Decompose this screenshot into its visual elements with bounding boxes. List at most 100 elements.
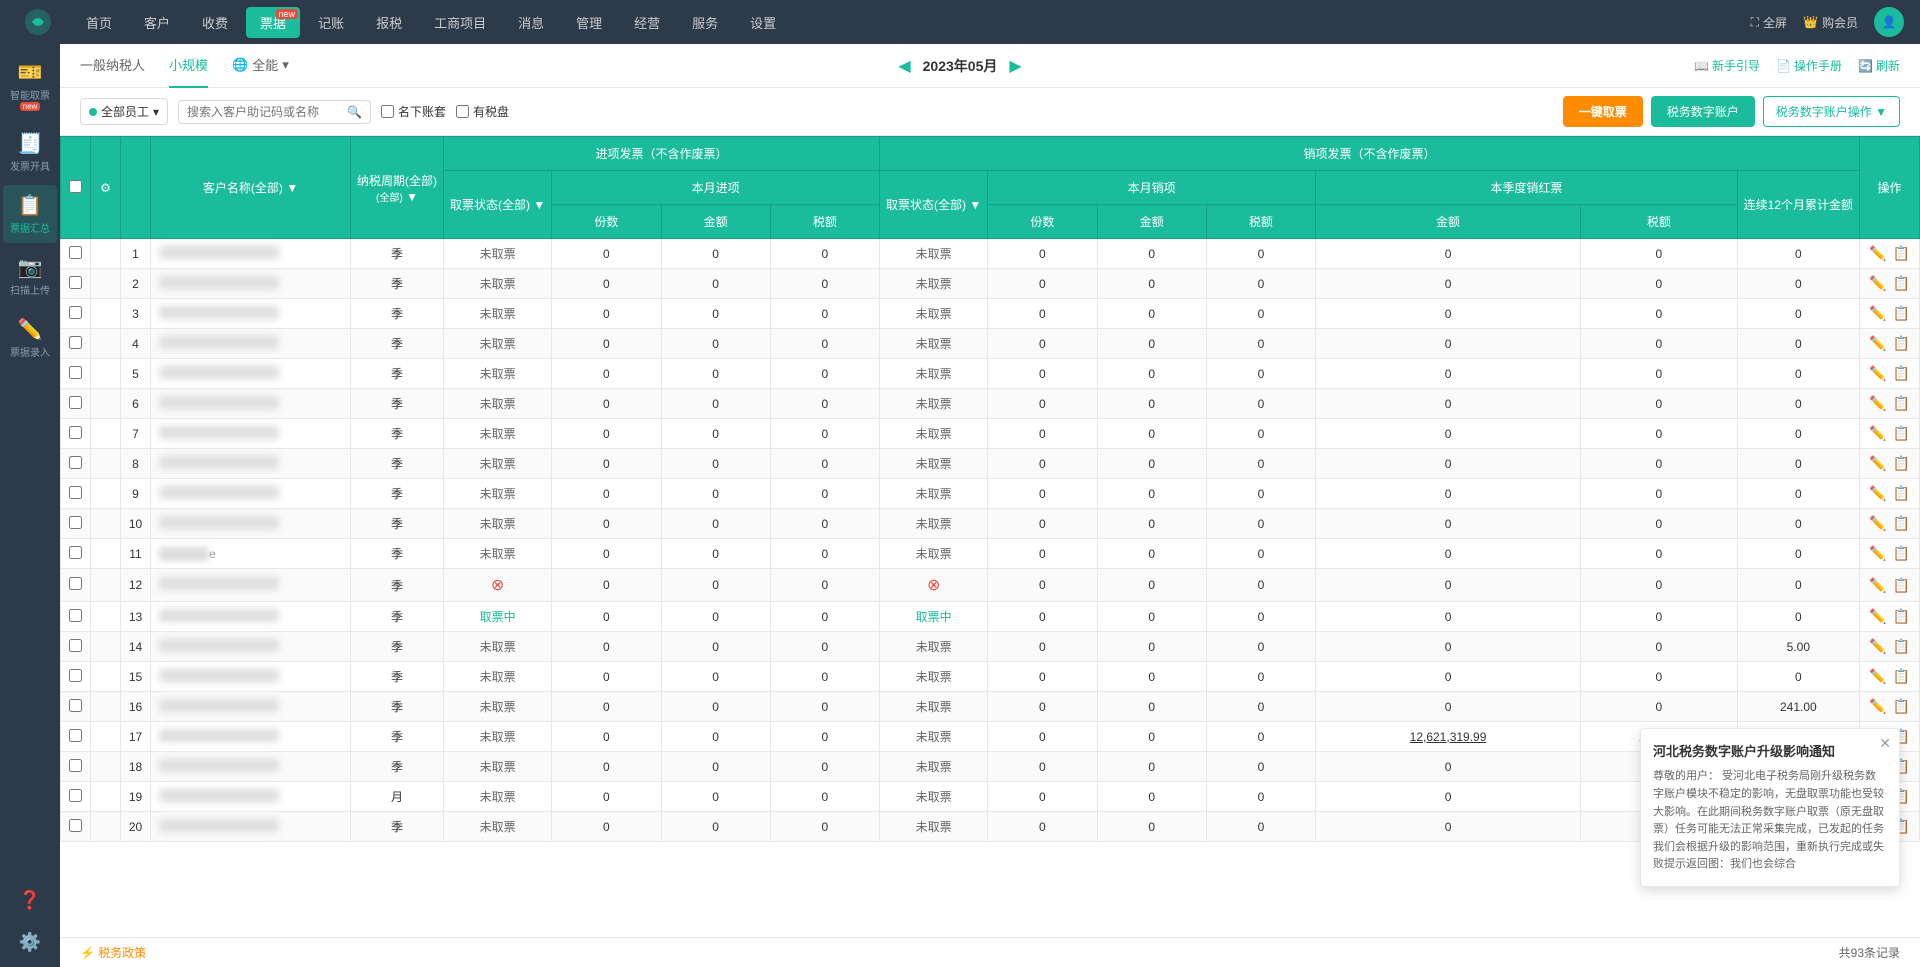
- sidebar-item-ticket-entry[interactable]: ✏️ 票据录入: [3, 309, 57, 367]
- edit-icon[interactable]: ✏️: [1869, 698, 1886, 715]
- tab-general-taxpayer[interactable]: 一般纳税人: [80, 44, 145, 88]
- row-checkbox[interactable]: [69, 366, 82, 379]
- sidebar-item-scan-upload[interactable]: 📷 扫描上传: [3, 247, 57, 305]
- copy-icon[interactable]: 📋: [1893, 545, 1910, 562]
- fullscreen-button[interactable]: ⛶ 全屏: [1751, 14, 1787, 31]
- row-client-name-cell[interactable]: [151, 752, 351, 782]
- edit-icon[interactable]: ✏️: [1869, 545, 1886, 562]
- copy-icon[interactable]: 📋: [1893, 425, 1910, 442]
- row-checkbox[interactable]: [69, 246, 82, 259]
- copy-icon[interactable]: 📋: [1893, 485, 1910, 502]
- sub-ledger-filter[interactable]: 名下账套: [381, 103, 446, 120]
- th-out-status[interactable]: 取票状态(全部) ▼: [880, 171, 988, 239]
- nav-service[interactable]: 服务: [678, 7, 732, 38]
- sidebar-item-issue-ticket[interactable]: 🧾 发票开具: [3, 123, 57, 181]
- row-client-name-cell[interactable]: [151, 692, 351, 722]
- row-checkbox[interactable]: [69, 276, 82, 289]
- edit-icon[interactable]: ✏️: [1869, 395, 1886, 412]
- edit-icon[interactable]: ✏️: [1869, 365, 1886, 382]
- copy-icon[interactable]: 📋: [1893, 698, 1910, 715]
- row-client-name-cell[interactable]: [151, 479, 351, 509]
- copy-icon[interactable]: 📋: [1893, 275, 1910, 292]
- th-tax-period[interactable]: 纳税周期(全部) (全部) ▼: [351, 137, 444, 239]
- sub-ledger-checkbox[interactable]: [381, 105, 394, 118]
- row-client-name-cell[interactable]: [151, 239, 351, 269]
- edit-icon[interactable]: ✏️: [1869, 335, 1886, 352]
- nav-client[interactable]: 客户: [130, 7, 184, 38]
- new-guide-button[interactable]: 📖 新手引导: [1694, 57, 1760, 74]
- nav-settings[interactable]: 设置: [736, 7, 790, 38]
- row-checkbox[interactable]: [69, 577, 82, 590]
- row-client-name-cell[interactable]: [151, 602, 351, 632]
- nav-business[interactable]: 工商项目: [420, 7, 500, 38]
- row-checkbox[interactable]: [69, 306, 82, 319]
- tax-policy-link[interactable]: ⚡ 税务政策: [80, 944, 146, 961]
- row-checkbox[interactable]: [69, 789, 82, 802]
- nav-billing[interactable]: 收费: [188, 7, 242, 38]
- copy-icon[interactable]: 📋: [1893, 668, 1910, 685]
- period-next-button[interactable]: ▶: [1009, 56, 1021, 76]
- edit-icon[interactable]: ✏️: [1869, 305, 1886, 322]
- row-checkbox[interactable]: [69, 336, 82, 349]
- nav-accounting[interactable]: 记账: [304, 7, 358, 38]
- row-client-name-cell[interactable]: [151, 419, 351, 449]
- row-client-name-cell[interactable]: [151, 662, 351, 692]
- copy-icon[interactable]: 📋: [1893, 577, 1910, 594]
- row-client-name-cell[interactable]: [151, 569, 351, 602]
- edit-icon[interactable]: ✏️: [1869, 608, 1886, 625]
- edit-icon[interactable]: ✏️: [1869, 577, 1886, 594]
- row-client-name-cell[interactable]: [151, 632, 351, 662]
- edit-icon[interactable]: ✏️: [1869, 485, 1886, 502]
- copy-icon[interactable]: 📋: [1893, 245, 1910, 262]
- row-client-name-cell[interactable]: [151, 509, 351, 539]
- nav-message[interactable]: 消息: [504, 7, 558, 38]
- row-checkbox[interactable]: [69, 819, 82, 832]
- row-checkbox[interactable]: [69, 729, 82, 742]
- row-checkbox[interactable]: [69, 759, 82, 772]
- row-client-name-cell[interactable]: [151, 782, 351, 812]
- row-client-name-cell[interactable]: [151, 389, 351, 419]
- tax-digital-ops-button[interactable]: 税务数字账户操作 ▼: [1763, 96, 1900, 127]
- row-checkbox[interactable]: [69, 546, 82, 559]
- tax-digital-account-button[interactable]: 税务数字账户: [1651, 96, 1755, 127]
- edit-icon[interactable]: ✏️: [1869, 638, 1886, 655]
- has-tax-filter[interactable]: 有税盘: [456, 103, 509, 120]
- tab-all-capable[interactable]: 🌐 全能 ▾: [232, 44, 289, 88]
- edit-icon[interactable]: ✏️: [1869, 245, 1886, 262]
- nav-operation[interactable]: 经营: [620, 7, 674, 38]
- sidebar-settings-icon[interactable]: ⚙️: [13, 925, 47, 959]
- edit-icon[interactable]: ✏️: [1869, 425, 1886, 442]
- row-client-name-cell[interactable]: [151, 722, 351, 752]
- edit-icon[interactable]: ✏️: [1869, 455, 1886, 472]
- row-client-name-cell[interactable]: [151, 812, 351, 842]
- row-checkbox[interactable]: [69, 699, 82, 712]
- row-checkbox[interactable]: [69, 669, 82, 682]
- copy-icon[interactable]: 📋: [1893, 515, 1910, 532]
- nav-ticket[interactable]: 票据 new: [246, 7, 300, 38]
- edit-icon[interactable]: ✏️: [1869, 515, 1886, 532]
- has-tax-checkbox[interactable]: [456, 105, 469, 118]
- copy-icon[interactable]: 📋: [1893, 638, 1910, 655]
- row-client-name-cell[interactable]: █████e: [151, 539, 351, 569]
- row-checkbox[interactable]: [69, 426, 82, 439]
- row-checkbox[interactable]: [69, 396, 82, 409]
- copy-icon[interactable]: 📋: [1893, 608, 1910, 625]
- notification-close-button[interactable]: ✕: [1879, 735, 1891, 752]
- copy-icon[interactable]: 📋: [1893, 335, 1910, 352]
- refresh-button[interactable]: 🔄 刷新: [1858, 57, 1900, 74]
- row-client-name-cell[interactable]: [151, 329, 351, 359]
- copy-icon[interactable]: 📋: [1893, 395, 1910, 412]
- vip-button[interactable]: 👑 购会员: [1803, 14, 1858, 31]
- user-avatar[interactable]: 👤: [1874, 7, 1904, 37]
- copy-icon[interactable]: 📋: [1893, 455, 1910, 472]
- edit-icon[interactable]: ✏️: [1869, 275, 1886, 292]
- manual-button[interactable]: 📄 操作手册: [1776, 57, 1842, 74]
- edit-icon[interactable]: ✏️: [1869, 668, 1886, 685]
- nav-tax[interactable]: 报税: [362, 7, 416, 38]
- employee-filter[interactable]: 全部员工 ▾: [80, 98, 168, 125]
- copy-icon[interactable]: 📋: [1893, 305, 1910, 322]
- th-client-name[interactable]: 客户名称(全部) ▼: [151, 137, 351, 239]
- row-client-name-cell[interactable]: [151, 299, 351, 329]
- copy-icon[interactable]: 📋: [1893, 365, 1910, 382]
- sidebar-item-ticket-summary[interactable]: 📋 票据汇总: [3, 185, 57, 243]
